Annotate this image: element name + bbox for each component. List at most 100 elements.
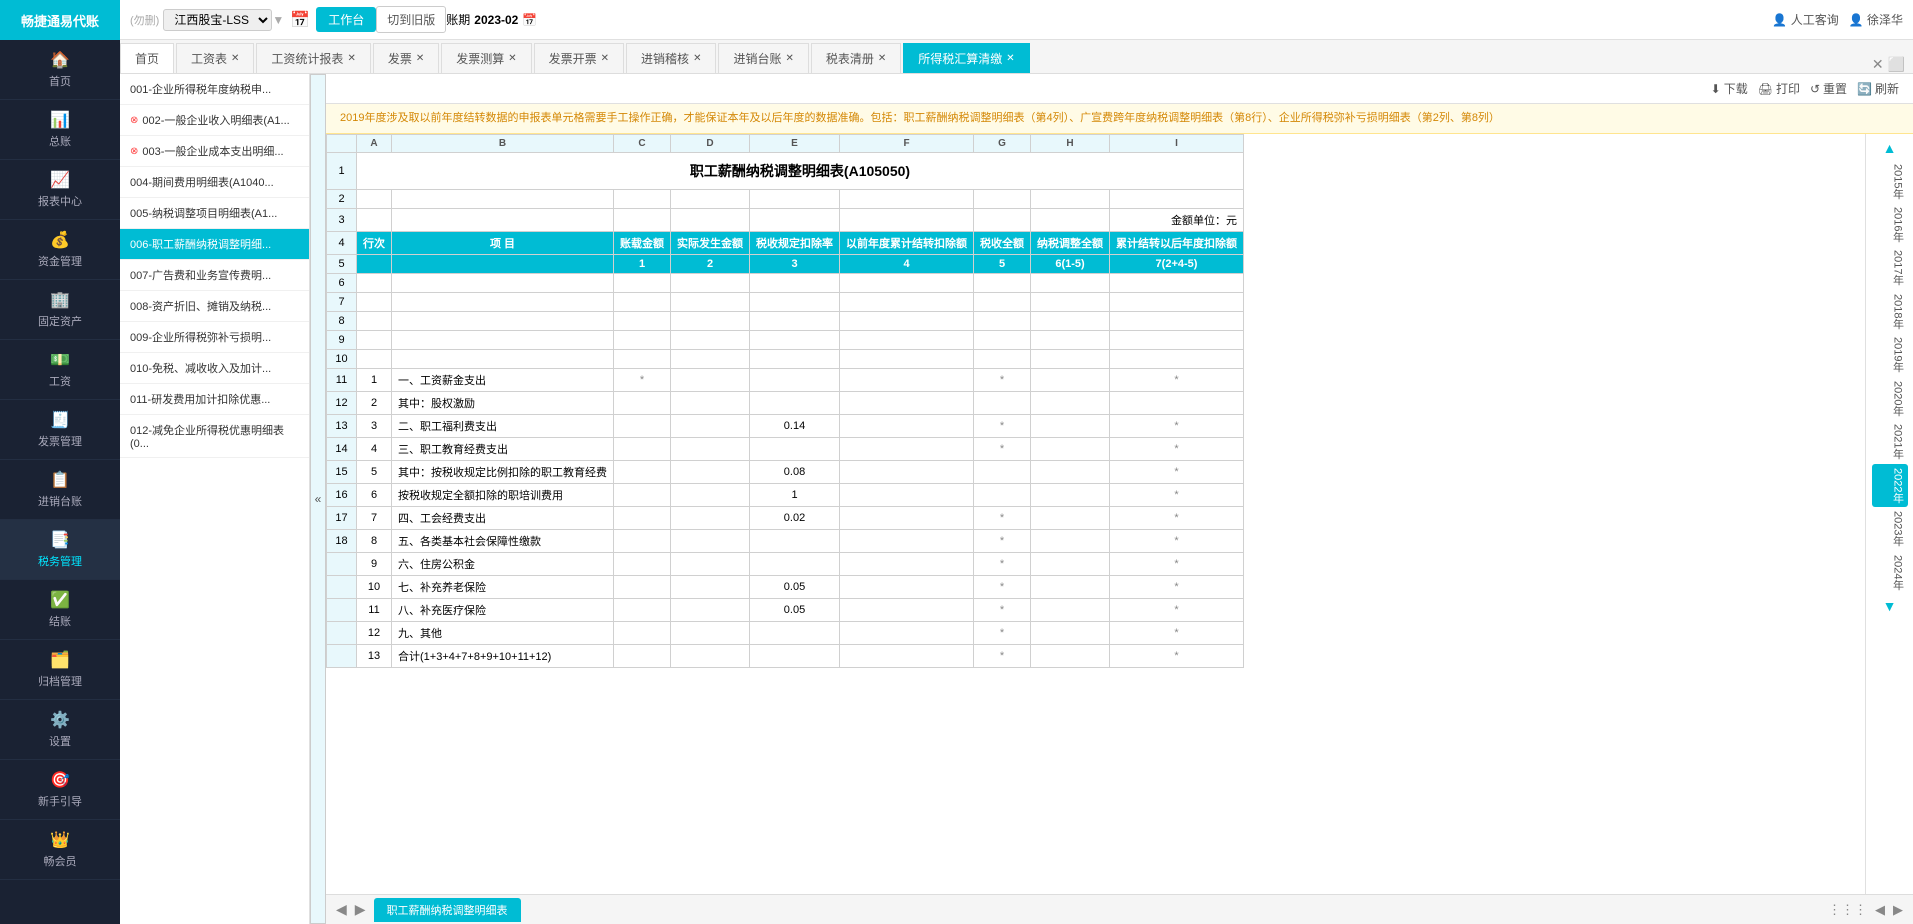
warning-bar: 2019年度涉及取以前年度结转数据的申报表单元格需要手工操作正确，才能保证本年及… <box>326 104 1913 134</box>
table-row: 8 <box>327 311 1244 330</box>
table-row: 2 <box>327 189 1244 208</box>
year-item-2018年[interactable]: 2018年 <box>1872 290 1908 333</box>
left-panel-item-010[interactable]: 010-免税、减收收入及加计... <box>120 353 309 384</box>
tab-close-invoice-open[interactable]: ✕ <box>601 53 609 64</box>
salary-icon: 💵 <box>50 350 70 370</box>
tab-home[interactable]: 首页 <box>120 43 174 73</box>
year-up-icon[interactable]: ▲ <box>1881 138 1899 158</box>
year-item-2019年[interactable]: 2019年 <box>1872 333 1908 376</box>
year-item-2017年[interactable]: 2017年 <box>1872 246 1908 289</box>
tab-close-income-tax[interactable]: ✕ <box>1006 53 1014 64</box>
tab-close-salary-report[interactable]: ✕ <box>347 53 355 64</box>
tab-salary-report[interactable]: 工资统计报表✕ <box>256 43 370 73</box>
left-panel-item-004[interactable]: 004-期间费用明细表(A1040... <box>120 167 309 198</box>
tab-close-salary[interactable]: ✕ <box>231 53 239 64</box>
sidebar-item-report[interactable]: 📈报表中心 <box>0 160 120 220</box>
left-panel-item-009[interactable]: 009-企业所得税弥补亏损明... <box>120 322 309 353</box>
support-link[interactable]: 👤 人工客询 <box>1772 11 1838 28</box>
reset-button[interactable]: ↺ 重置 <box>1810 80 1847 97</box>
table-row: 155其中：按税收规定比例扣除的职工教育经费0.08* <box>327 460 1244 483</box>
tab-invoice-open[interactable]: 发票开票✕ <box>534 43 624 73</box>
settings-icon: ⚙️ <box>50 710 70 730</box>
tab-tax-list[interactable]: 税表清册✕ <box>811 43 901 73</box>
company-dropdown-icon[interactable]: ▼ <box>272 13 284 27</box>
app-logo: 畅捷通易代账 <box>0 0 120 40</box>
table-row: 7 <box>327 292 1244 311</box>
sheet-next-icon[interactable]: ▶ <box>355 901 366 918</box>
sheet-prev-icon[interactable]: ◀ <box>336 901 347 918</box>
download-button[interactable]: ⬇ 下载 <box>1711 80 1748 97</box>
tab-maximize-icon[interactable]: ⬜ <box>1888 56 1905 73</box>
left-panel-item-007[interactable]: 007-广告费和业务宣传费明... <box>120 260 309 291</box>
sidebar-item-tax[interactable]: 📑税务管理 <box>0 520 120 580</box>
tab-income-tax[interactable]: 所得税汇算清缴✕ <box>903 43 1029 73</box>
sidebar-item-close[interactable]: ✅结账 <box>0 580 120 640</box>
tab-check[interactable]: 进销稽核✕ <box>626 43 716 73</box>
tab-close-invoice-calc[interactable]: ✕ <box>508 53 516 64</box>
sidebar-item-salary[interactable]: 💵工资 <box>0 340 120 400</box>
left-panel-item-002[interactable]: ⊗002-一般企业收入明细表(A1... <box>120 105 309 136</box>
sheet-scroll-left-icon[interactable]: ◀ <box>1875 902 1885 918</box>
sidebar-item-invoice[interactable]: 🧾发票管理 <box>0 400 120 460</box>
collapse-button[interactable]: « <box>310 74 326 924</box>
year-item-2024年[interactable]: 2024年 <box>1872 551 1908 594</box>
table-row: 9六、住房公积金** <box>327 552 1244 575</box>
table-row: 9 <box>327 330 1244 349</box>
left-panel-item-008[interactable]: 008-资产折旧、摊销及纳税... <box>120 291 309 322</box>
left-panel-item-001[interactable]: 001-企业所得税年度纳税申... <box>120 74 309 105</box>
sidebar-item-ledger[interactable]: 📊总账 <box>0 100 120 160</box>
topbar-right: 👤 人工客询 👤 徐泽华 <box>1772 11 1903 28</box>
period-edit-icon[interactable]: 📅 <box>522 13 537 27</box>
year-item-2015年[interactable]: 2015年 <box>1872 160 1908 203</box>
table-row: 12九、其他** <box>327 621 1244 644</box>
year-panel: ▲ 2015年2016年2017年2018年2019年2020年2021年202… <box>1865 134 1913 895</box>
sheet-menu-icon[interactable]: ⋮⋮⋮ <box>1828 902 1867 918</box>
workbench-button[interactable]: 工作台 <box>316 7 376 32</box>
print-button[interactable]: 🖨 打印 <box>1758 80 1800 97</box>
sidebar-item-purchase[interactable]: 📋进销台账 <box>0 460 120 520</box>
company-select[interactable]: 江西股宝-LSS <box>163 9 272 31</box>
sidebar-item-guide[interactable]: 🎯新手引导 <box>0 760 120 820</box>
tab-close-purchase[interactable]: ✕ <box>785 53 793 64</box>
refresh-button[interactable]: 🔄 刷新 <box>1857 80 1899 97</box>
tab-invoice[interactable]: 发票✕ <box>373 43 439 73</box>
year-down-icon[interactable]: ▼ <box>1881 596 1899 616</box>
spreadsheet-table: ABCDEFGHI1职工薪酬纳税调整明细表(A105050)23金额单位：元4行… <box>326 134 1244 668</box>
tab-salary[interactable]: 工资表✕ <box>176 43 254 73</box>
switch-version-button[interactable]: 切到旧版 <box>376 6 446 33</box>
tab-invoice-calc[interactable]: 发票测算✕ <box>441 43 531 73</box>
sheet-toolbar: ⬇ 下载 🖨 打印 ↺ 重置 🔄 刷新 <box>326 74 1913 104</box>
user-avatar[interactable]: 👤 徐泽华 <box>1849 11 1903 28</box>
left-panel-item-011[interactable]: 011-研发费用加计扣除优惠... <box>120 384 309 415</box>
header-row-1: 4行次项 目账载金额实际发生金额税收规定扣除率以前年度累计结转扣除额税收全额纳税… <box>327 231 1244 254</box>
tab-close-tax-list[interactable]: ✕ <box>878 53 886 64</box>
bottom-tab-salary[interactable]: 职工薪酬纳税调整明细表 <box>374 898 521 922</box>
year-item-2020年[interactable]: 2020年 <box>1872 377 1908 420</box>
fund-icon: 💰 <box>50 230 70 250</box>
tab-close-all-icon[interactable]: ✕ <box>1872 56 1884 73</box>
left-panel-item-006[interactable]: 006-职工薪酬纳税调整明细... <box>120 229 309 260</box>
tab-close-check[interactable]: ✕ <box>693 53 701 64</box>
table-row: 6 <box>327 273 1244 292</box>
guide-icon: 🎯 <box>50 770 70 790</box>
sidebar-item-settings[interactable]: ⚙️设置 <box>0 700 120 760</box>
left-panel-item-012[interactable]: 012-减免企业所得税优惠明细表(0... <box>120 415 309 458</box>
sidebar-item-archive[interactable]: 🗂️归档管理 <box>0 640 120 700</box>
col-header-row: ABCDEFGHI <box>327 134 1244 152</box>
year-item-2021年[interactable]: 2021年 <box>1872 420 1908 463</box>
sidebar-item-asset[interactable]: 🏢固定资产 <box>0 280 120 340</box>
sheet-scroll-right-icon[interactable]: ▶ <box>1893 902 1903 918</box>
tab-purchase[interactable]: 进销台账✕ <box>718 43 808 73</box>
sidebar-item-member[interactable]: 👑畅会员 <box>0 820 120 880</box>
sidebar-item-fund[interactable]: 💰资金管理 <box>0 220 120 280</box>
left-panel-item-005[interactable]: 005-纳税调整项目明细表(A1... <box>120 198 309 229</box>
sidebar-item-home[interactable]: 🏠首页 <box>0 40 120 100</box>
calendar-icon[interactable]: 📅 <box>290 10 310 30</box>
left-panel-item-003[interactable]: ⊗003-一般企业成本支出明细... <box>120 136 309 167</box>
year-item-2023年[interactable]: 2023年 <box>1872 507 1908 550</box>
year-item-2016年[interactable]: 2016年 <box>1872 203 1908 246</box>
table-wrapper[interactable]: ABCDEFGHI1职工薪酬纳税调整明细表(A105050)23金额单位：元4行… <box>326 134 1865 895</box>
year-item-2022年[interactable]: 2022年 <box>1872 464 1908 507</box>
table-row: 144三、职工教育经费支出** <box>327 437 1244 460</box>
tab-close-invoice[interactable]: ✕ <box>416 53 424 64</box>
